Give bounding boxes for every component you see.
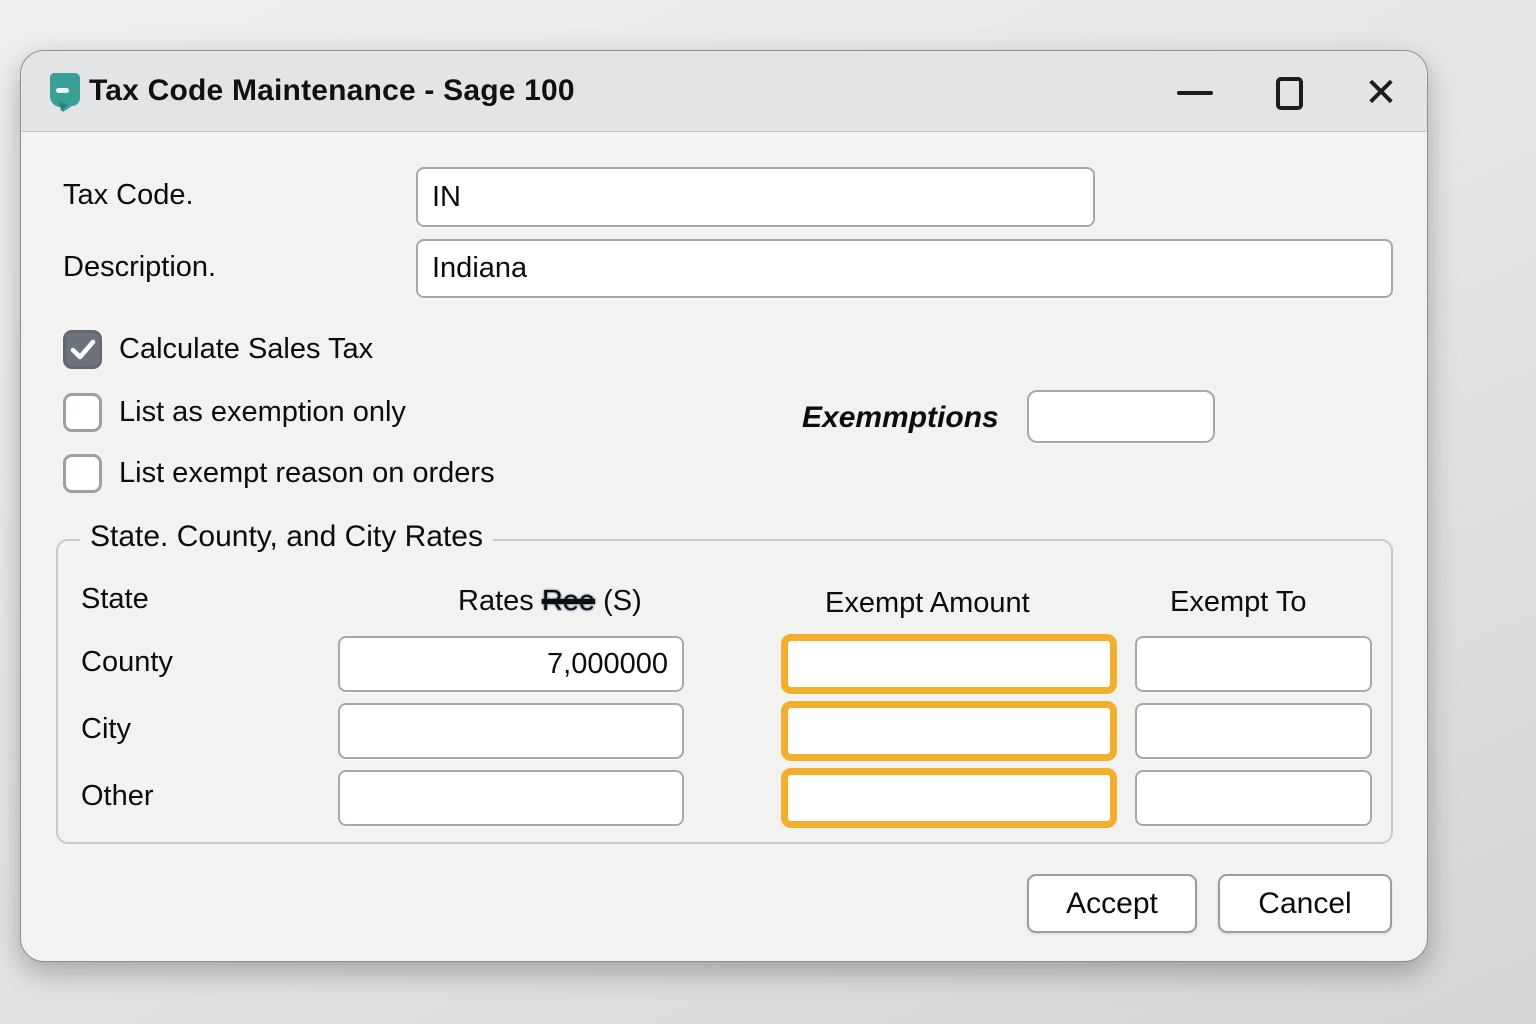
minimize-button[interactable] <box>1169 67 1221 119</box>
other-rate-input[interactable] <box>338 770 684 826</box>
county-exempt-to-input[interactable] <box>1135 636 1372 692</box>
rates-group-legend: State. County, and City Rates <box>80 520 493 554</box>
close-icon: ✕ <box>1364 71 1398 115</box>
sage100-app-icon <box>49 71 81 113</box>
checkmark-icon <box>70 339 95 359</box>
other-exempt-to-input[interactable] <box>1135 770 1372 826</box>
exemptions-label: Exemmptions <box>802 401 999 434</box>
list-exempt-reason-checkbox[interactable] <box>63 454 102 493</box>
minimize-icon <box>1177 91 1213 95</box>
list-exempt-reason-row: List exempt reason on orders <box>63 454 495 493</box>
county-rate-input[interactable] <box>338 636 684 692</box>
calculate-sales-tax-row: Calculate Sales Tax <box>63 330 373 369</box>
county-exempt-amount-input[interactable] <box>781 634 1117 694</box>
rates-column-header: Rates Ree (S) <box>458 585 642 617</box>
list-as-exemption-only-checkbox[interactable] <box>63 393 102 432</box>
description-label: Description. <box>63 251 217 283</box>
city-exempt-to-input[interactable] <box>1135 703 1372 759</box>
city-row-label: City <box>81 713 131 745</box>
window-title: Tax Code Maintenance - Sage 100 <box>89 74 575 107</box>
exemptions-input[interactable] <box>1027 390 1215 443</box>
list-as-exemption-only-label: List as exemption only <box>119 396 406 428</box>
tax-code-input[interactable] <box>416 167 1095 227</box>
description-input[interactable] <box>416 239 1393 298</box>
calculate-sales-tax-checkbox[interactable] <box>63 330 102 369</box>
tax-code-maintenance-window: Tax Code Maintenance - Sage 100 ✕ Tax Co… <box>20 50 1428 962</box>
maximize-button[interactable] <box>1263 67 1315 119</box>
calculate-sales-tax-label: Calculate Sales Tax <box>119 333 374 365</box>
maximize-icon <box>1275 76 1303 110</box>
state-row-header: State <box>81 583 149 615</box>
state-county-city-rates-group: State. County, and City Rates State Rate… <box>56 520 1393 844</box>
list-as-exemption-only-row: List as exemption only <box>63 393 406 432</box>
cancel-button[interactable]: Cancel <box>1218 874 1392 933</box>
list-exempt-reason-label: List exempt reason on orders <box>119 457 495 489</box>
close-button[interactable]: ✕ <box>1355 67 1407 119</box>
exempt-to-column-header: Exempt To <box>1170 586 1307 618</box>
titlebar: Tax Code Maintenance - Sage 100 ✕ <box>21 51 1427 132</box>
other-exempt-amount-input[interactable] <box>781 768 1117 828</box>
city-exempt-amount-input[interactable] <box>781 701 1117 761</box>
exempt-amount-column-header: Exempt Amount <box>825 587 1030 619</box>
county-row-label: County <box>81 646 173 678</box>
city-rate-input[interactable] <box>338 703 684 759</box>
other-row-label: Other <box>81 780 154 812</box>
tax-code-label: Tax Code. <box>63 179 194 211</box>
accept-button[interactable]: Accept <box>1027 874 1197 933</box>
